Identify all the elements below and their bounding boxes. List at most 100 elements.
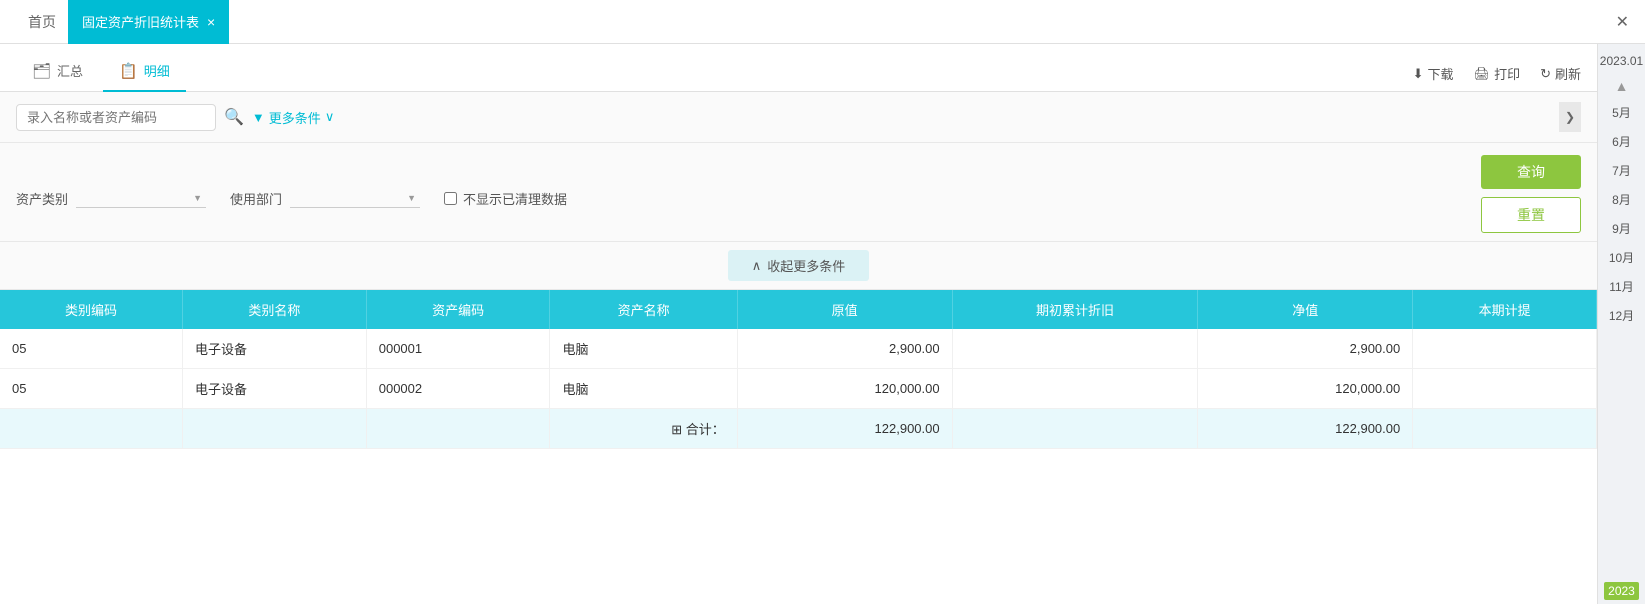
main-content: 🗂 汇总 📋 明细 ⬇ 下载 🖨 打印 ↻ bbox=[0, 44, 1645, 604]
table-cell bbox=[952, 369, 1198, 409]
table-row: 05电子设备000002电脑120,000.00120,000.00 bbox=[0, 369, 1597, 409]
table-cell: 电脑 bbox=[550, 329, 737, 369]
th-asset-code: 资产编码 bbox=[366, 290, 550, 329]
filter-icon: ▼ bbox=[252, 110, 265, 125]
month-12[interactable]: 12月 bbox=[1598, 301, 1645, 330]
table-header-row: 类别编码 类别名称 资产编码 资产名称 原值 期初累计折旧 净值 本期计提 bbox=[0, 290, 1597, 329]
subtotal-row: ⊞ 合计：122,900.00122,900.00 bbox=[0, 409, 1597, 449]
asset-type-select[interactable] bbox=[76, 188, 206, 208]
department-select[interactable] bbox=[290, 188, 420, 208]
collapse-label: 收起更多条件 bbox=[767, 256, 845, 275]
th-period-depreciation: 本期计提 bbox=[1413, 290, 1597, 329]
collapse-button[interactable]: ∧ 收起更多条件 bbox=[728, 250, 870, 281]
nav-tab-label: 固定资产折旧统计表 bbox=[82, 12, 199, 31]
month-11[interactable]: 11月 bbox=[1598, 272, 1645, 301]
table-cell: 2,900.00 bbox=[1198, 329, 1413, 369]
asset-type-select-wrap bbox=[76, 188, 206, 208]
table-wrap: 类别编码 类别名称 资产编码 资产名称 原值 期初累计折旧 净值 本期计提 05… bbox=[0, 290, 1597, 604]
download-icon: ⬇ bbox=[1413, 66, 1424, 82]
refresh-icon: ↻ bbox=[1540, 66, 1551, 82]
table-cell: 05 bbox=[0, 369, 183, 409]
toolbar-right: ⬇ 下载 🖨 打印 ↻ 刷新 bbox=[1413, 64, 1581, 91]
expand-sidebar-button[interactable]: ❯ bbox=[1559, 102, 1581, 132]
department-label: 使用部门 bbox=[230, 189, 282, 208]
filter-buttons: 查询 重置 bbox=[1481, 155, 1581, 241]
asset-type-label: 资产类别 bbox=[16, 189, 68, 208]
scroll-up-button[interactable]: ▲ bbox=[1611, 74, 1633, 98]
nav-tab-fixed-assets[interactable]: 固定资产折旧统计表 × bbox=[68, 0, 229, 44]
filter-row: 资产类别 使用部门 bbox=[16, 155, 1581, 241]
th-category-name: 类别名称 bbox=[183, 290, 367, 329]
query-button[interactable]: 查询 bbox=[1481, 155, 1581, 189]
subtotal-cell bbox=[1413, 409, 1597, 449]
data-table: 类别编码 类别名称 资产编码 资产名称 原值 期初累计折旧 净值 本期计提 05… bbox=[0, 290, 1597, 449]
search-bar-wrap: 🔍 ▼ 更多条件 ∨ ❯ bbox=[0, 92, 1597, 143]
search-bar: 🔍 ▼ 更多条件 ∨ ❯ bbox=[0, 92, 1597, 143]
refresh-label: 刷新 bbox=[1555, 64, 1581, 83]
top-nav: 首页 固定资产折旧统计表 × ✕ bbox=[0, 0, 1645, 44]
left-panel: 🗂 汇总 📋 明细 ⬇ 下载 🖨 打印 ↻ bbox=[0, 44, 1597, 604]
th-original-value: 原值 bbox=[737, 290, 952, 329]
month-8[interactable]: 8月 bbox=[1598, 185, 1645, 214]
subtotal-cell: 122,900.00 bbox=[1198, 409, 1413, 449]
tabs-left: 🗂 汇总 📋 明细 bbox=[16, 53, 186, 91]
refresh-button[interactable]: ↻ 刷新 bbox=[1540, 64, 1581, 83]
summary-icon: 🗂 bbox=[32, 62, 51, 80]
month-9[interactable]: 9月 bbox=[1598, 214, 1645, 243]
month-7[interactable]: 7月 bbox=[1598, 156, 1645, 185]
department-filter: 使用部门 bbox=[230, 188, 420, 208]
reset-button[interactable]: 重置 bbox=[1481, 197, 1581, 233]
asset-type-filter: 资产类别 bbox=[16, 188, 206, 208]
month-10[interactable]: 10月 bbox=[1598, 243, 1645, 272]
download-label: 下载 bbox=[1428, 64, 1454, 83]
table-cell: 电子设备 bbox=[183, 329, 367, 369]
collapse-row: ∧ 收起更多条件 bbox=[0, 242, 1597, 290]
department-select-wrap bbox=[290, 188, 420, 208]
no-cleared-checkbox[interactable] bbox=[444, 192, 457, 205]
subtotal-cell bbox=[183, 409, 367, 449]
table-cell bbox=[952, 329, 1198, 369]
table-cell: 05 bbox=[0, 329, 183, 369]
no-cleared-filter: 不显示已清理数据 bbox=[444, 189, 567, 208]
subtotal-cell bbox=[952, 409, 1198, 449]
table-cell: 2,900.00 bbox=[737, 329, 952, 369]
toolbar-tabs: 🗂 汇总 📋 明细 ⬇ 下载 🖨 打印 ↻ bbox=[0, 44, 1597, 92]
filter-area: 资产类别 使用部门 bbox=[0, 143, 1597, 242]
month-6[interactable]: 6月 bbox=[1598, 127, 1645, 156]
th-net-value: 净值 bbox=[1198, 290, 1413, 329]
window-close-button[interactable]: ✕ bbox=[1616, 12, 1629, 32]
date-label: 2023.01 bbox=[1600, 48, 1643, 74]
th-accumulated-depreciation: 期初累计折旧 bbox=[952, 290, 1198, 329]
table-cell: 电脑 bbox=[550, 369, 737, 409]
month-5[interactable]: 5月 bbox=[1598, 98, 1645, 127]
table-cell: 000001 bbox=[366, 329, 550, 369]
subtotal-cell: 122,900.00 bbox=[737, 409, 952, 449]
year-badge[interactable]: 2023 bbox=[1604, 582, 1639, 600]
table-cell bbox=[1413, 329, 1597, 369]
table-cell: 电子设备 bbox=[183, 369, 367, 409]
more-filter-label: 更多条件 bbox=[269, 108, 321, 127]
print-button[interactable]: 🖨 打印 bbox=[1474, 64, 1521, 83]
tab-summary-label: 汇总 bbox=[57, 61, 83, 80]
nav-tab-close[interactable]: × bbox=[207, 15, 215, 29]
print-icon: 🖨 bbox=[1474, 66, 1491, 82]
table-cell: 000002 bbox=[366, 369, 550, 409]
tab-detail-label: 明细 bbox=[144, 61, 170, 80]
detail-icon: 📋 bbox=[119, 62, 138, 80]
download-button[interactable]: ⬇ 下载 bbox=[1413, 64, 1454, 83]
more-filter-button[interactable]: ▼ 更多条件 ∨ bbox=[252, 108, 334, 127]
nav-home[interactable]: 首页 bbox=[16, 12, 68, 32]
more-filter-chevron: ∨ bbox=[325, 109, 335, 125]
subtotal-cell: ⊞ 合计： bbox=[550, 409, 737, 449]
no-cleared-label[interactable]: 不显示已清理数据 bbox=[463, 189, 567, 208]
subtotal-cell bbox=[366, 409, 550, 449]
table-cell: 120,000.00 bbox=[737, 369, 952, 409]
th-asset-name: 资产名称 bbox=[550, 290, 737, 329]
table-row: 05电子设备000001电脑2,900.002,900.00 bbox=[0, 329, 1597, 369]
tab-detail[interactable]: 📋 明细 bbox=[103, 53, 186, 92]
search-icon[interactable]: 🔍 bbox=[224, 107, 244, 127]
collapse-icon: ∧ bbox=[752, 258, 762, 274]
th-category-code: 类别编码 bbox=[0, 290, 183, 329]
tab-summary[interactable]: 🗂 汇总 bbox=[16, 53, 99, 92]
search-input[interactable] bbox=[16, 104, 216, 131]
